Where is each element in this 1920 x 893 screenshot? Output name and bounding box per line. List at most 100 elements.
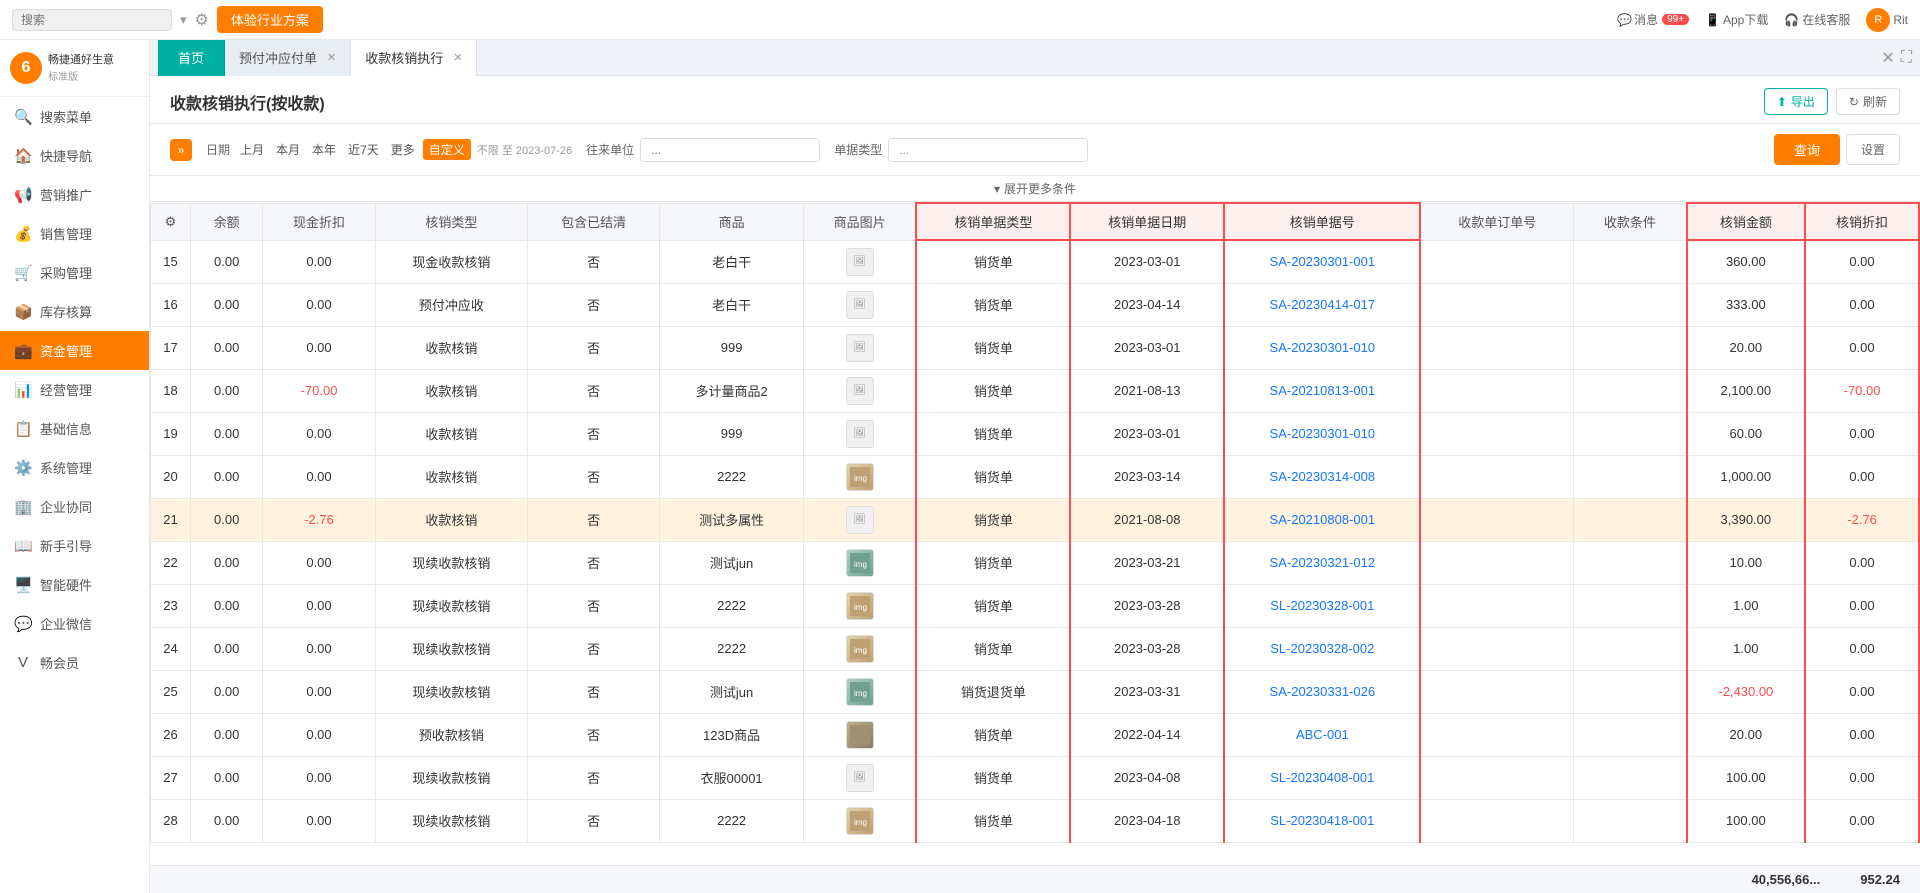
close-prepay-icon[interactable]: ✕ <box>327 51 336 64</box>
sidebar-item-system[interactable]: ⚙️ 系统管理 <box>0 448 149 487</box>
top-bar-left: ▾ ⚙ 体验行业方案 <box>12 6 1607 33</box>
cancel-no-link[interactable]: SA-20230301-001 <box>1270 254 1376 269</box>
sidebar-item-shortcuts[interactable]: 🏠 快捷导航 <box>0 136 149 175</box>
row-cancel-type: 收款核销 <box>375 326 527 369</box>
svg-text:img: img <box>854 646 867 655</box>
sidebar-item-sales[interactable]: 💰 销售管理 <box>0 214 149 253</box>
briefcase-icon: 💼 <box>14 342 32 360</box>
cancel-no-link[interactable]: SL-20230418-001 <box>1270 813 1374 828</box>
row-include-settled: 否 <box>528 799 660 842</box>
sidebar-item-marketing[interactable]: 📢 营销推广 <box>0 175 149 214</box>
date-range: 不限 至 2023-07-26 <box>477 142 572 158</box>
row-product: 2222 <box>660 455 803 498</box>
sidebar-item-inventory[interactable]: 📦 库存核算 <box>0 292 149 331</box>
cancel-no-link[interactable]: SA-20230301-010 <box>1270 340 1376 355</box>
row-cancel-no: SL-20230328-001 <box>1224 584 1420 627</box>
tab-collection[interactable]: 收款核销执行 ✕ <box>351 40 477 76</box>
date-opt-7days[interactable]: 近7天 <box>344 139 383 160</box>
filter-bar: » 日期 上月 本月 本年 近7天 更多 自定义 不限 至 2023-07-26 <box>150 124 1920 176</box>
row-balance: 0.00 <box>191 369 263 412</box>
settings-button[interactable]: 设置 <box>1846 134 1900 165</box>
date-opt-this-month[interactable]: 本月 <box>272 139 304 160</box>
sidebar-item-vip[interactable]: V 畅会员 <box>0 643 149 682</box>
user-avatar[interactable]: R Rit <box>1866 8 1908 32</box>
svg-text:img: img <box>854 689 867 698</box>
product-image <box>846 721 874 749</box>
app-download[interactable]: 📱 App下载 <box>1705 11 1768 28</box>
row-index: 25 <box>151 670 191 713</box>
col-cancel-type: 核销类型 <box>375 203 527 240</box>
sidebar-item-operations[interactable]: 📊 经营管理 <box>0 370 149 409</box>
row-cancel-discount: 0.00 <box>1805 326 1919 369</box>
row-cancel-date: 2023-03-31 <box>1070 670 1224 713</box>
cancel-no-link[interactable]: ABC-001 <box>1296 727 1349 742</box>
row-receipt-condition <box>1574 756 1687 799</box>
row-cash-discount: 0.00 <box>263 584 375 627</box>
cancel-no-link[interactable]: SA-20230314-008 <box>1270 469 1376 484</box>
refresh-button[interactable]: ↻ 刷新 <box>1836 88 1900 115</box>
date-opt-custom[interactable]: 自定义 <box>423 139 471 160</box>
sidebar-item-hardware[interactable]: 🖥️ 智能硬件 <box>0 565 149 604</box>
refresh-icon: ↻ <box>1849 95 1859 109</box>
partner-input[interactable] <box>640 138 820 162</box>
row-cancel-type: 现续收款核销 <box>375 799 527 842</box>
row-product: 老白干 <box>660 283 803 326</box>
date-opt-more[interactable]: 更多 <box>387 139 419 160</box>
cancel-no-link[interactable]: SL-20230328-002 <box>1270 641 1374 656</box>
settings-icon: ⚙️ <box>14 459 32 477</box>
table-row: 24 0.00 0.00 现续收款核销 否 2222 img 销货单 2023-… <box>151 627 1920 670</box>
sidebar-item-guide[interactable]: 📖 新手引导 <box>0 526 149 565</box>
sidebar-item-wechat[interactable]: 💬 企业微信 <box>0 604 149 643</box>
row-receipt-order-no <box>1420 326 1573 369</box>
sidebar-item-search[interactable]: 🔍 搜索菜单 <box>0 97 149 136</box>
logo-icon: 6 <box>10 52 42 84</box>
row-balance: 0.00 <box>191 498 263 541</box>
col-gear[interactable]: ⚙ <box>151 203 191 240</box>
cancel-no-link[interactable]: SA-20210808-001 <box>1270 512 1376 527</box>
row-product-img: 🖼 <box>803 498 916 541</box>
search-input[interactable] <box>12 9 172 31</box>
row-product: 999 <box>660 412 803 455</box>
table-row: 26 0.00 0.00 预收款核销 否 123D商品 销货单 2022-04-… <box>151 713 1920 756</box>
voucher-type-select[interactable]: ... <box>888 138 1088 162</box>
table-row: 16 0.00 0.00 预付冲应收 否 老白干 🖼 销货单 2023-04-1… <box>151 283 1920 326</box>
cancel-no-link[interactable]: SA-20230331-026 <box>1270 684 1376 699</box>
sidebar-item-base[interactable]: 📋 基础信息 <box>0 409 149 448</box>
cancel-no-link[interactable]: SA-20230301-010 <box>1270 426 1376 441</box>
cancel-no-link[interactable]: SL-20230328-001 <box>1270 598 1374 613</box>
cancel-no-link[interactable]: SA-20210813-001 <box>1270 383 1376 398</box>
row-cancel-discount: 0.00 <box>1805 756 1919 799</box>
row-receipt-condition <box>1574 584 1687 627</box>
tab-home[interactable]: 首页 <box>158 40 225 76</box>
table-row: 17 0.00 0.00 收款核销 否 999 🖼 销货单 2023-03-01… <box>151 326 1920 369</box>
sidebar-item-purchase[interactable]: 🛒 采购管理 <box>0 253 149 292</box>
cancel-no-link[interactable]: SA-20230321-012 <box>1270 555 1376 570</box>
filter-collapse-btn[interactable]: » <box>170 139 192 161</box>
row-cancel-discount: -70.00 <box>1805 369 1919 412</box>
row-cancel-discount: 0.00 <box>1805 412 1919 455</box>
query-button[interactable]: 查询 <box>1774 134 1840 165</box>
sidebar-item-enterprise[interactable]: 🏢 企业协同 <box>0 487 149 526</box>
export-button[interactable]: ⬆ 导出 <box>1764 88 1828 115</box>
row-index: 24 <box>151 627 191 670</box>
row-index: 21 <box>151 498 191 541</box>
footer-cancel-amount-value: 40,556,66... <box>1752 872 1821 887</box>
row-index: 26 <box>151 713 191 756</box>
online-service[interactable]: 🎧 在线客服 <box>1784 11 1850 28</box>
gear-icon[interactable]: ⚙ <box>195 10 209 30</box>
table-row: 23 0.00 0.00 现续收款核销 否 2222 img 销货单 2023-… <box>151 584 1920 627</box>
close-tab-btn[interactable]: ✕ <box>1881 48 1894 68</box>
date-opt-last-month[interactable]: 上月 <box>236 139 268 160</box>
table-header-row: ⚙ 余额 现金折扣 核销类型 包含已结清 商品 商品图片 核销单据类型 核销单据… <box>151 203 1920 240</box>
fullscreen-btn[interactable]: ⛶ <box>1901 49 1912 67</box>
expand-more-bar[interactable]: ▾ 展开更多条件 <box>150 176 1920 202</box>
cancel-no-link[interactable]: SL-20230408-001 <box>1270 770 1374 785</box>
date-opt-this-year[interactable]: 本年 <box>308 139 340 160</box>
tab-prepay[interactable]: 预付冲应付单 ✕ <box>225 40 351 76</box>
industry-btn[interactable]: 体验行业方案 <box>217 6 323 33</box>
cancel-no-link[interactable]: SA-20230414-017 <box>1270 297 1376 312</box>
messages-section[interactable]: 💬 消息 99+ <box>1617 11 1689 28</box>
sidebar-item-finance[interactable]: 💼 资金管理 <box>0 331 149 370</box>
close-collection-icon[interactable]: ✕ <box>453 51 462 64</box>
row-cancel-date: 2021-08-13 <box>1070 369 1224 412</box>
